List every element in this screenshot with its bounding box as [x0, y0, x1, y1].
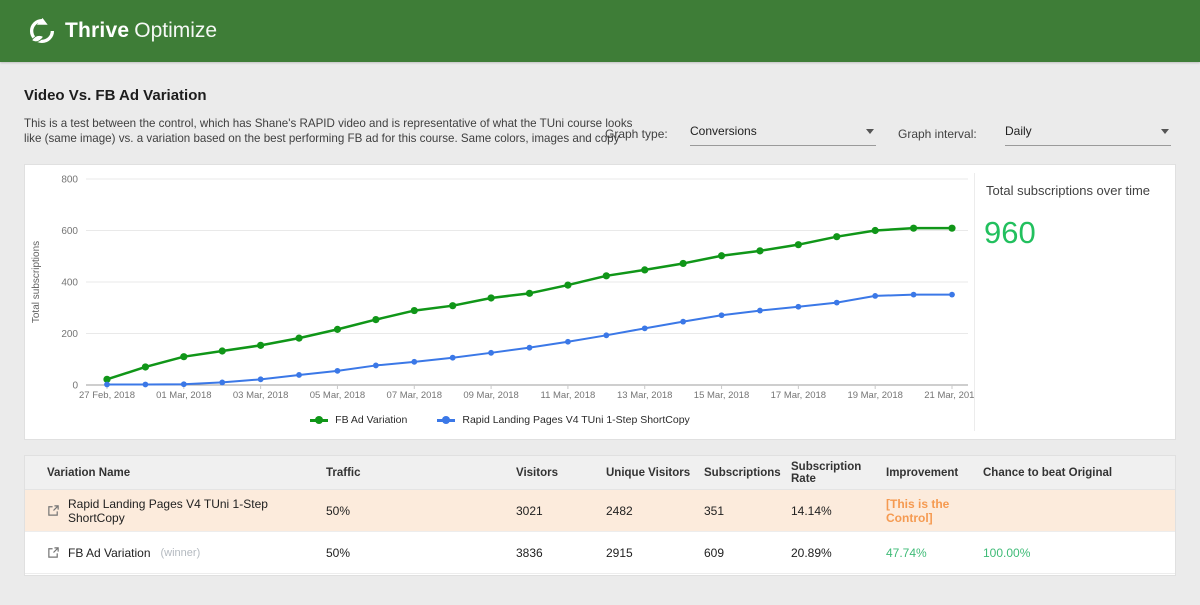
- legend-series-marker-icon: [310, 415, 328, 425]
- variation-name-link[interactable]: Rapid Landing Pages V4 TUni 1-Step Short…: [25, 497, 326, 525]
- svg-text:11 Mar, 2018: 11 Mar, 2018: [541, 390, 596, 401]
- svg-text:200: 200: [61, 329, 78, 340]
- column-header-improvement: Improvement: [886, 467, 983, 479]
- graph-interval-select[interactable]: Daily: [1005, 116, 1171, 146]
- chance-to-beat-value: 100.00%: [983, 546, 1175, 560]
- external-link-icon[interactable]: [47, 546, 60, 559]
- svg-text:19 Mar, 2018: 19 Mar, 2018: [847, 390, 902, 401]
- graph-type-select[interactable]: Conversions: [690, 116, 876, 146]
- table-row-control: Rapid Landing Pages V4 TUni 1-Step Short…: [25, 490, 1175, 532]
- unique-visitors-value: 2482: [606, 504, 704, 518]
- subscription-rate-value: 14.14%: [791, 504, 886, 518]
- page-description-line1: This is a test between the control, whic…: [24, 117, 632, 132]
- legend-series-label: Rapid Landing Pages V4 TUni 1-Step Short…: [462, 414, 689, 426]
- legend-series-label: FB Ad Variation: [335, 414, 407, 426]
- subscriptions-value: 351: [704, 504, 791, 518]
- top-bar: Thrive Optimize: [0, 0, 1200, 62]
- column-header-visitors: Visitors: [516, 467, 606, 479]
- column-header-variation-name: Variation Name: [25, 467, 326, 479]
- subscriptions-value: 609: [704, 546, 791, 560]
- column-header-subscription-rate: Subscription Rate: [791, 461, 886, 485]
- svg-text:0: 0: [72, 381, 78, 392]
- svg-text:600: 600: [61, 226, 78, 237]
- improvement-value: 47.74%: [886, 546, 983, 560]
- traffic-value: 50%: [326, 546, 516, 560]
- results-table: Variation Name Traffic Visitors Unique V…: [24, 455, 1176, 576]
- column-header-unique-visitors: Unique Visitors: [606, 467, 704, 479]
- column-header-traffic: Traffic: [326, 467, 516, 479]
- chart-card: 0 200 400 600 800 27 Feb, 2018 01 Mar, 2018 03 …: [24, 164, 1176, 440]
- traffic-value: 50%: [326, 504, 516, 518]
- improvement-value: [This is the Control]: [886, 497, 983, 525]
- svg-text:400: 400: [61, 278, 78, 289]
- variation-name[interactable]: FB Ad Variation: [68, 546, 151, 560]
- graph-type-label: Graph type:: [605, 127, 668, 141]
- chevron-down-icon: [866, 129, 874, 134]
- chevron-down-icon: [1161, 129, 1169, 134]
- column-header-subscriptions: Subscriptions: [704, 467, 791, 479]
- app: Thrive Optimize Video Vs. FB Ad Variatio…: [0, 0, 1200, 605]
- thrive-logo-icon: [28, 17, 56, 45]
- svg-text:01 Mar, 2018: 01 Mar, 2018: [156, 390, 211, 401]
- chart-summary-divider: [974, 173, 975, 431]
- column-header-chance-to-beat: Chance to beat Original: [983, 467, 1175, 479]
- table-header-row: Variation Name Traffic Visitors Unique V…: [25, 456, 1175, 490]
- brand-name-light: Optimize: [134, 19, 217, 43]
- svg-text:03 Mar, 2018: 03 Mar, 2018: [233, 390, 288, 401]
- winner-badge: (winner): [161, 547, 201, 559]
- svg-text:800: 800: [61, 175, 78, 186]
- page-title: Video Vs. FB Ad Variation: [24, 87, 207, 104]
- table-row-winner: FB Ad Variation (winner) 50% 3836 2915 6…: [25, 532, 1175, 574]
- page-description: This is a test between the control, whic…: [24, 117, 632, 146]
- variation-name[interactable]: Rapid Landing Pages V4 TUni 1-Step Short…: [68, 497, 316, 525]
- svg-text:07 Mar, 2018: 07 Mar, 2018: [387, 390, 442, 401]
- legend-item: Rapid Landing Pages V4 TUni 1-Step Short…: [437, 414, 689, 426]
- brand-name-bold: Thrive: [65, 19, 129, 43]
- summary-total-value: 960: [984, 215, 1036, 251]
- conversions-line-chart: 0 200 400 600 800 27 Feb, 2018 01 Mar, 2018 03 …: [25, 171, 975, 423]
- subscription-rate-value: 20.89%: [791, 546, 886, 560]
- legend-series-marker-icon: [437, 415, 455, 425]
- variation-name-link[interactable]: FB Ad Variation (winner): [25, 546, 326, 560]
- unique-visitors-value: 2915: [606, 546, 704, 560]
- graph-interval-label: Graph interval:: [898, 127, 977, 141]
- graph-interval-value: Daily: [1005, 116, 1171, 138]
- svg-text:05 Mar, 2018: 05 Mar, 2018: [310, 390, 365, 401]
- svg-text:13 Mar, 2018: 13 Mar, 2018: [617, 390, 672, 401]
- visitors-value: 3021: [516, 504, 606, 518]
- svg-text:27 Feb, 2018: 27 Feb, 2018: [79, 390, 135, 401]
- external-link-icon[interactable]: [47, 504, 60, 517]
- svg-text:21 Mar, 2018: 21 Mar, 2018: [924, 390, 975, 401]
- brand-logo[interactable]: Thrive Optimize: [28, 17, 217, 45]
- page-description-line2: like (same image) vs. a variation based …: [24, 132, 632, 147]
- visitors-value: 3836: [516, 546, 606, 560]
- legend-item: FB Ad Variation: [310, 414, 407, 426]
- svg-text:09 Mar, 2018: 09 Mar, 2018: [463, 390, 518, 401]
- svg-text:Total subscriptions: Total subscriptions: [31, 241, 42, 323]
- chart-legend: FB Ad Variation Rapid Landing Pages V4 TU…: [25, 409, 975, 431]
- graph-type-value: Conversions: [690, 116, 876, 138]
- svg-text:17 Mar, 2018: 17 Mar, 2018: [771, 390, 826, 401]
- svg-text:15 Mar, 2018: 15 Mar, 2018: [694, 390, 749, 401]
- summary-label: Total subscriptions over time: [986, 183, 1150, 198]
